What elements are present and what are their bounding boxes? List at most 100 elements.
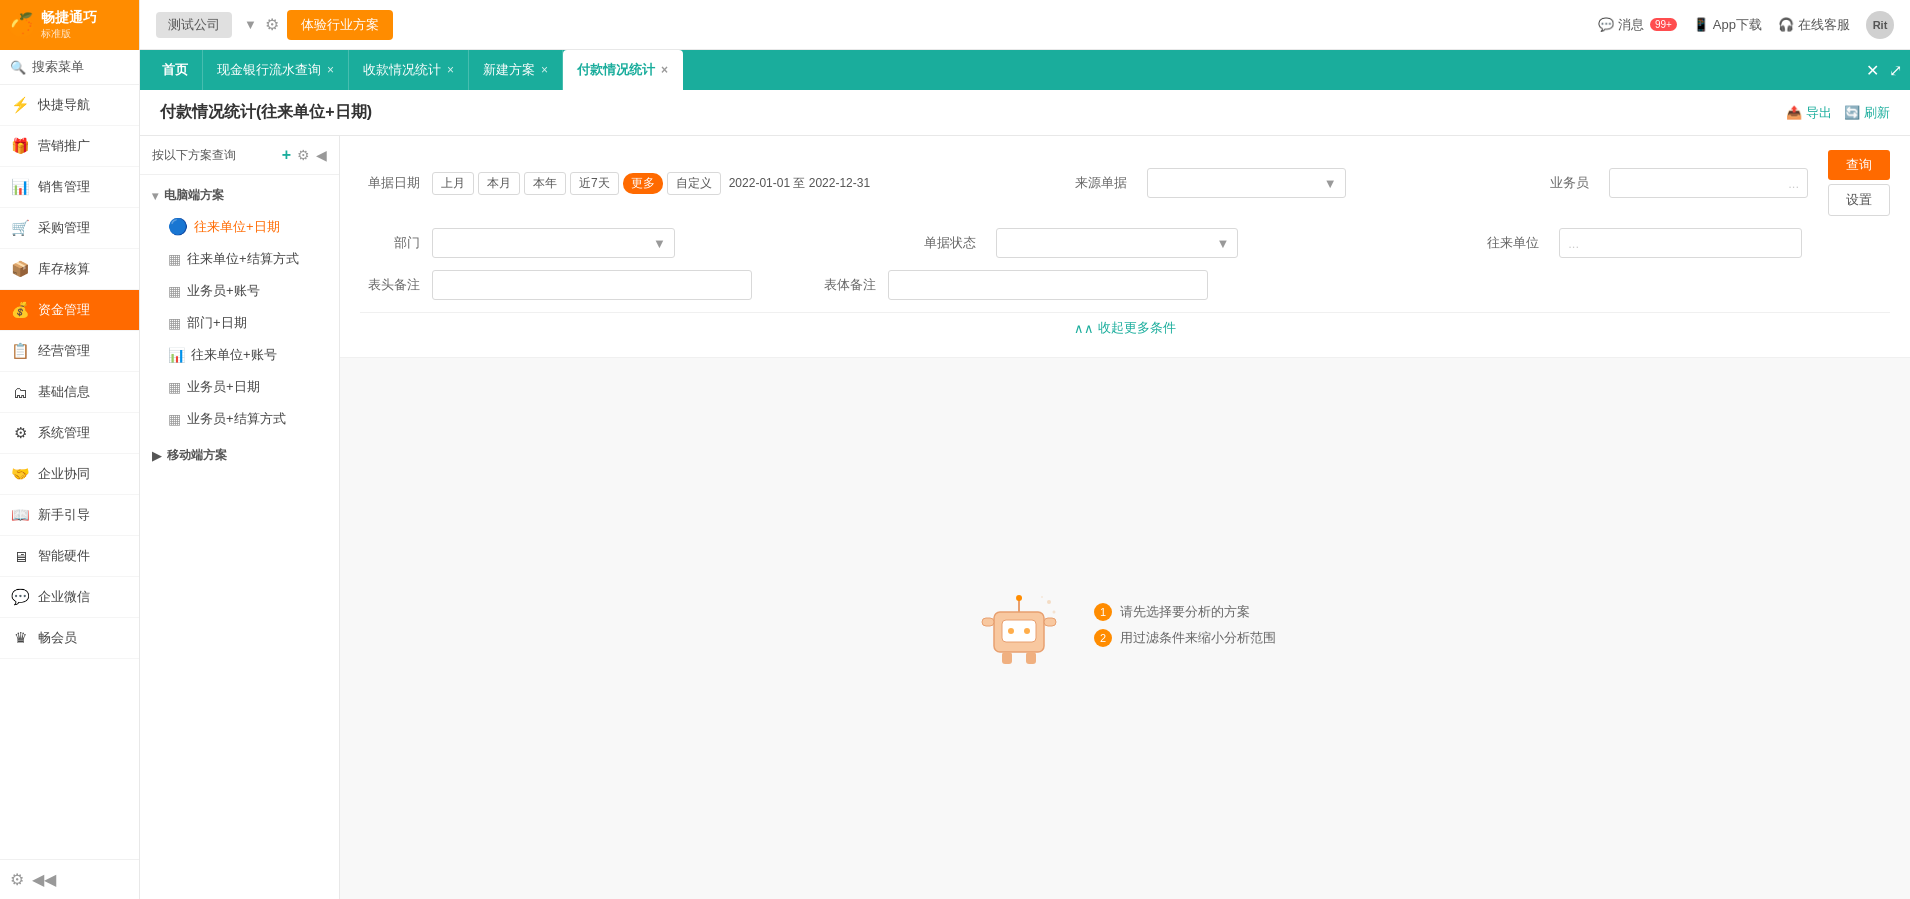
quick-nav-icon: ⚡: [10, 95, 30, 115]
date-this-year[interactable]: 本年: [524, 172, 566, 195]
scheme-item-partner-settle[interactable]: ▦ 往来单位+结算方式: [140, 243, 339, 275]
scheme-item-dept-date[interactable]: ▦ 部门+日期: [140, 307, 339, 339]
expand-icon[interactable]: ⤢: [1889, 61, 1902, 80]
sidebar-item-quick-nav[interactable]: ⚡ 快捷导航: [0, 85, 139, 126]
tab-bar-right: ✕ ⤢: [1866, 61, 1902, 80]
scheme-item-salesman-settle[interactable]: ▦ 业务员+结算方式: [140, 403, 339, 435]
svg-point-11: [1053, 611, 1056, 614]
tab-payment-stats-close[interactable]: ×: [661, 63, 668, 77]
tab-new-scheme-close[interactable]: ×: [541, 63, 548, 77]
sidebar-item-label: 营销推广: [38, 137, 90, 155]
tab-new-scheme[interactable]: 新建方案 ×: [469, 50, 563, 90]
scheme-item-salesman-date[interactable]: ▦ 业务员+日期: [140, 371, 339, 403]
sidebar-item-inventory[interactable]: 📦 库存核算: [0, 249, 139, 290]
svg-point-5: [1016, 595, 1022, 601]
partner-label: 往来单位: [1487, 234, 1539, 252]
sidebar-item-marketing[interactable]: 🎁 营销推广: [0, 126, 139, 167]
trial-btn[interactable]: 体验行业方案: [287, 10, 393, 40]
content-area: 按以下方案查询 + ⚙ ◀ ▾ 电脑端方案 🔵 往来单位+日期 ▦: [140, 136, 1910, 899]
sidebar-item-system[interactable]: ⚙ 系统管理: [0, 413, 139, 454]
sidebar-item-sales[interactable]: 📊 销售管理: [0, 167, 139, 208]
dept-select[interactable]: ▼: [432, 228, 675, 258]
sidebar-search-item[interactable]: 🔍 搜索菜单: [0, 50, 139, 85]
sidebar-bottom: ⚙ ◀◀: [0, 859, 139, 899]
collapse-sidebar-icon[interactable]: ◀◀: [32, 870, 56, 889]
tab-bank-flow-label: 现金银行流水查询: [217, 61, 321, 79]
query-btn[interactable]: 查询: [1828, 150, 1890, 180]
refresh-icon: 🔄: [1844, 105, 1860, 120]
online-service-btn[interactable]: 🎧 在线客服: [1778, 16, 1850, 34]
filter-area: 单据日期 上月 本月 本年 近7天 更多 自定义 2022-01-01 至 20…: [340, 136, 1910, 358]
note-header-input[interactable]: [432, 270, 752, 300]
hint-text-1: 请先选择要分析的方案: [1120, 603, 1250, 621]
sidebar-item-capital[interactable]: 💰 资金管理: [0, 290, 139, 331]
setting-btn[interactable]: 设置: [1828, 184, 1890, 216]
export-btn[interactable]: 📤 导出: [1786, 104, 1832, 122]
doc-status-select[interactable]: ▼: [996, 228, 1239, 258]
tab-home-label: 首页: [162, 61, 188, 79]
sidebar-item-guide[interactable]: 📖 新手引导: [0, 495, 139, 536]
scheme-settings-btn[interactable]: ⚙: [297, 147, 310, 163]
settings-icon[interactable]: ⚙: [10, 870, 24, 889]
messages-btn[interactable]: 💬 消息 99+: [1598, 16, 1677, 34]
svg-point-2: [1008, 628, 1014, 634]
sidebar-item-purchase[interactable]: 🛒 采购管理: [0, 208, 139, 249]
basic-info-icon: 🗂: [10, 382, 30, 402]
page-title: 付款情况统计(往来单位+日期): [160, 102, 372, 123]
app-download-btn[interactable]: 📱 App下载: [1693, 16, 1762, 34]
scheme-item-salesman-account[interactable]: ▦ 业务员+账号: [140, 275, 339, 307]
desktop-section-header[interactable]: ▾ 电脑端方案: [140, 181, 339, 210]
tab-home[interactable]: 首页: [148, 50, 203, 90]
sidebar-item-label: 企业协同: [38, 465, 90, 483]
date-more[interactable]: 更多: [623, 173, 663, 194]
header-gear-icon[interactable]: ⚙: [265, 15, 279, 34]
message-badge: 99+: [1650, 18, 1677, 31]
sidebar-item-basic-info[interactable]: 🗂 基础信息: [0, 372, 139, 413]
sidebar-item-cooperation[interactable]: 🤝 企业协同: [0, 454, 139, 495]
sidebar-item-label: 资金管理: [38, 301, 90, 319]
sidebar-item-label: 基础信息: [38, 383, 90, 401]
scheme-item-partner-account[interactable]: 📊 往来单位+账号: [140, 339, 339, 371]
sidebar-item-weixin[interactable]: 💬 企业微信: [0, 577, 139, 618]
collapse-more-btn[interactable]: ∧∧ 收起更多条件: [360, 312, 1890, 343]
collapse-panel-btn[interactable]: ◀: [316, 147, 327, 163]
source-label: 来源单据: [1075, 174, 1127, 192]
tab-bank-flow-close[interactable]: ×: [327, 63, 334, 77]
date-this-month[interactable]: 本月: [478, 172, 520, 195]
date-last-7[interactable]: 近7天: [570, 172, 619, 195]
tab-payment-stats[interactable]: 付款情况统计 ×: [563, 50, 683, 90]
add-scheme-btn[interactable]: +: [282, 146, 291, 164]
salesman-select[interactable]: ...: [1609, 168, 1808, 198]
scheme-icon-3: ▦: [168, 283, 181, 299]
note-body-input[interactable]: [888, 270, 1208, 300]
tab-bank-flow[interactable]: 现金银行流水查询 ×: [203, 50, 349, 90]
source-select[interactable]: ▼: [1147, 168, 1346, 198]
refresh-btn[interactable]: 🔄 刷新: [1844, 104, 1890, 122]
salesman-placeholder: ...: [1788, 176, 1799, 191]
profile-dropdown-icon[interactable]: ▼: [244, 17, 257, 32]
message-icon: 💬: [1598, 17, 1614, 32]
tab-receipt-stats[interactable]: 收款情况统计 ×: [349, 50, 469, 90]
company-profile[interactable]: 测试公司: [156, 12, 232, 38]
close-all-tabs-icon[interactable]: ✕: [1866, 61, 1879, 80]
logo-text: 畅捷通巧: [41, 9, 97, 27]
user-avatar[interactable]: Rit: [1866, 11, 1894, 39]
empty-svg: [974, 582, 1064, 672]
svg-rect-8: [982, 618, 994, 626]
main-area: 测试公司 ▼ ⚙ 体验行业方案 💬 消息 99+ 📱 App下载 🎧 在线客服 …: [140, 0, 1910, 899]
page-content: 付款情况统计(往来单位+日期) 📤 导出 🔄 刷新 按以下方案查询 + ⚙: [140, 90, 1910, 899]
date-last-month[interactable]: 上月: [432, 172, 474, 195]
marketing-icon: 🎁: [10, 136, 30, 156]
sidebar-item-operation[interactable]: 📋 经营管理: [0, 331, 139, 372]
tab-receipt-stats-close[interactable]: ×: [447, 63, 454, 77]
sidebar-item-label: 畅会员: [38, 629, 77, 647]
scheme-item-partner-date[interactable]: 🔵 往来单位+日期: [140, 210, 339, 243]
sidebar-item-member[interactable]: ♛ 畅会员: [0, 618, 139, 659]
partner-select[interactable]: ...: [1559, 228, 1802, 258]
desktop-arrow-icon: ▾: [152, 189, 158, 203]
mobile-section-header[interactable]: ▶ 移动端方案: [140, 441, 339, 470]
header-left: 测试公司 ▼ ⚙ 体验行业方案: [156, 10, 393, 40]
sidebar-item-hardware[interactable]: 🖥 智能硬件: [0, 536, 139, 577]
date-custom[interactable]: 自定义: [667, 172, 721, 195]
scheme-item-label: 往来单位+日期: [194, 218, 280, 236]
